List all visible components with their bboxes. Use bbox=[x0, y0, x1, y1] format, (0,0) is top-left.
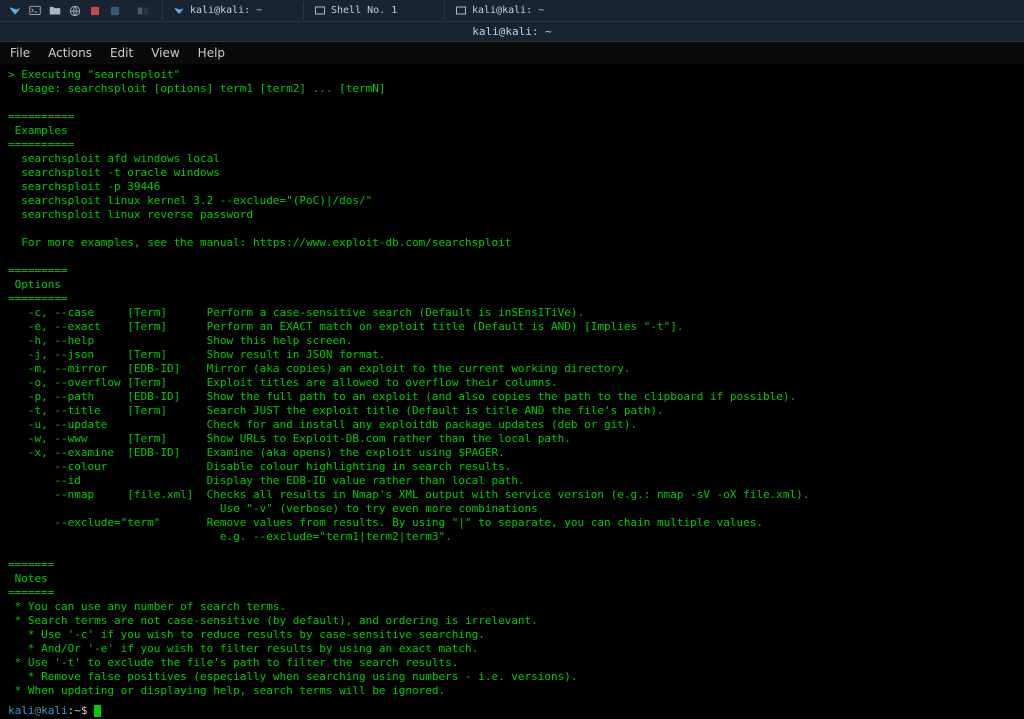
terminal-launcher-icon[interactable] bbox=[26, 2, 44, 20]
taskbar-tab-0[interactable]: kali@kali: ~ bbox=[162, 2, 302, 20]
terminal-icon bbox=[455, 5, 467, 17]
app1-launcher-icon[interactable] bbox=[86, 2, 104, 20]
files-launcher-icon[interactable] bbox=[46, 2, 64, 20]
taskbar: kali@kali: ~ Shell No. 1 kali@kali: ~ bbox=[0, 0, 1024, 22]
prompt-dollar: $ bbox=[81, 704, 88, 717]
window-title: kali@kali: ~ bbox=[0, 22, 1024, 42]
menubar: File Actions Edit View Help bbox=[0, 42, 1024, 64]
menu-edit[interactable]: Edit bbox=[110, 46, 133, 60]
terminal-output[interactable]: > Executing "searchsploit" Usage: search… bbox=[0, 64, 1024, 702]
prompt-colon: : bbox=[68, 704, 75, 717]
browser-launcher-icon[interactable] bbox=[66, 2, 84, 20]
taskbar-tab-1[interactable]: Shell No. 1 bbox=[303, 2, 443, 20]
menu-actions[interactable]: Actions bbox=[48, 46, 92, 60]
menu-help[interactable]: Help bbox=[198, 46, 225, 60]
taskbar-tab-label: kali@kali: ~ bbox=[472, 5, 544, 16]
taskbar-tab-label: Shell No. 1 bbox=[331, 5, 397, 16]
prompt-host: kali bbox=[41, 704, 68, 717]
taskbar-launchers bbox=[0, 2, 152, 20]
cursor-icon bbox=[94, 705, 101, 717]
terminal-prompt[interactable]: kali@kali:~$ bbox=[0, 702, 1024, 719]
workspace-switcher-icon[interactable] bbox=[134, 2, 152, 20]
menu-view[interactable]: View bbox=[151, 46, 179, 60]
taskbar-tab-2[interactable]: kali@kali: ~ bbox=[444, 2, 584, 20]
kali-menu-icon[interactable] bbox=[6, 2, 24, 20]
prompt-path: ~ bbox=[74, 704, 81, 717]
taskbar-tab-label: kali@kali: ~ bbox=[190, 5, 262, 16]
app2-launcher-icon[interactable] bbox=[106, 2, 124, 20]
kali-icon bbox=[173, 5, 185, 17]
prompt-at: @ bbox=[35, 704, 42, 717]
terminal-icon bbox=[314, 5, 326, 17]
menu-file[interactable]: File bbox=[10, 46, 30, 60]
taskbar-windows: kali@kali: ~ Shell No. 1 kali@kali: ~ bbox=[162, 2, 1024, 20]
prompt-user: kali bbox=[8, 704, 35, 717]
